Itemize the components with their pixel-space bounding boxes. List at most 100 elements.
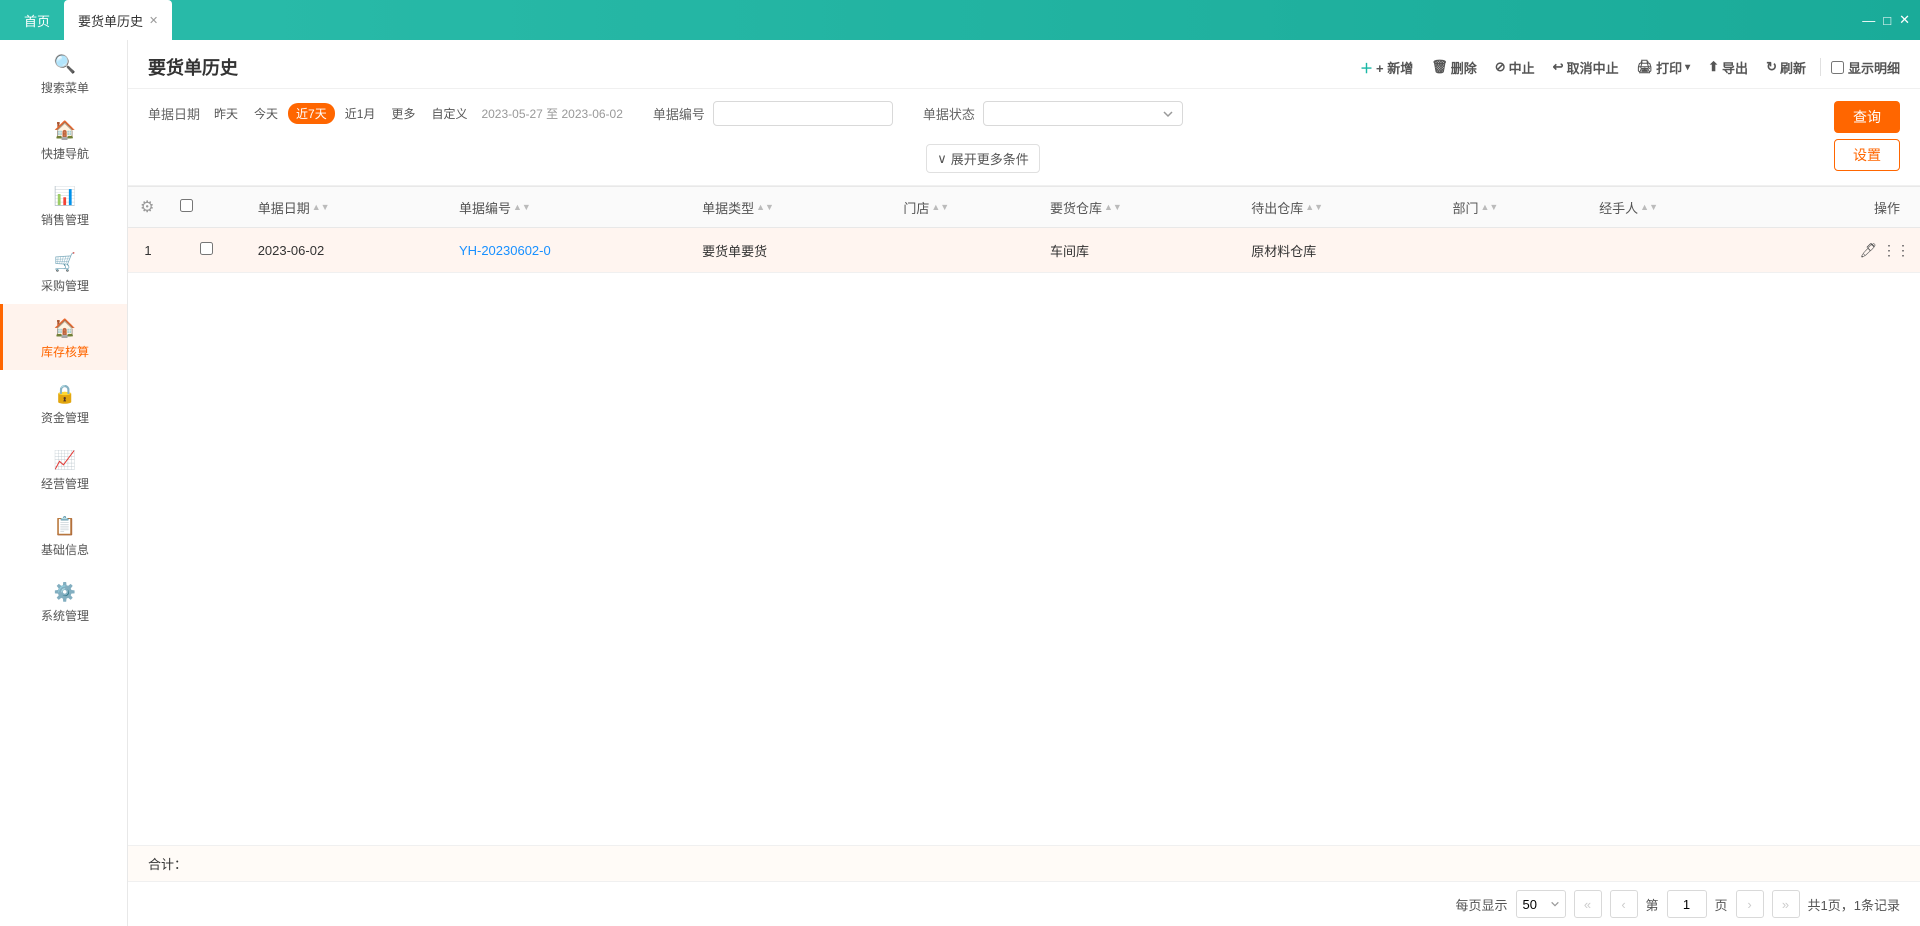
top-bar-right: — □ ✕ (1862, 12, 1910, 28)
window-maximize-btn[interactable]: □ (1883, 13, 1891, 28)
pagination-first-btn[interactable]: « (1574, 890, 1602, 918)
sidebar-item-finance-mgmt-label: 资金管理 (41, 409, 89, 426)
page-title: 要货单历史 (148, 54, 238, 80)
th-checkbox (168, 187, 246, 228)
sidebar-item-system-mgmt[interactable]: ⚙️ 系统管理 (0, 568, 127, 634)
row-checkbox[interactable] (200, 242, 213, 255)
th-doc-date[interactable]: 单据日期 ▲▼ (246, 187, 447, 228)
date-btn-today[interactable]: 今天 (248, 103, 284, 124)
display-detail-toggle[interactable]: 显示明细 (1831, 58, 1900, 77)
sidebar-item-basic-info[interactable]: 📋 基础信息 (0, 502, 127, 568)
th-handler-label: 经手人 (1599, 198, 1638, 217)
th-doc-number-sort[interactable]: 单据编号 ▲▼ (459, 198, 531, 217)
sidebar-item-finance-mgmt[interactable]: 🔒 资金管理 (0, 370, 127, 436)
refresh-button[interactable]: ↻ 刷新 (1762, 56, 1810, 79)
settings-button[interactable]: 设置 (1834, 139, 1900, 171)
select-all-checkbox[interactable] (180, 199, 193, 212)
th-req-warehouse-label: 要货仓库 (1050, 198, 1102, 217)
pagination-next-btn[interactable]: › (1736, 890, 1764, 918)
sort-arrows-doc-type: ▲▼ (756, 203, 774, 212)
th-department[interactable]: 部门 ▲▼ (1441, 187, 1588, 228)
display-detail-label: 显示明细 (1848, 58, 1900, 77)
page-number-input[interactable] (1667, 890, 1707, 918)
toolbar: ＋ + 新增 🗑 删除 ⊘ 中止 ↩ 取消中止 🖨 打印 (1356, 56, 1900, 79)
expand-more-btn[interactable]: ∨ 展开更多条件 (926, 144, 1040, 173)
search-menu-icon: 🔍 (54, 54, 76, 75)
table-body: 1 2023-06-02 YH-20230602-0 要货单要货 车间库 原材料… (128, 228, 1920, 273)
th-department-label: 部门 (1453, 198, 1479, 217)
table-footer: 合计： (128, 845, 1920, 881)
footer-summary-label: 合计： (148, 854, 187, 873)
date-btn-more[interactable]: 更多 (385, 103, 421, 124)
new-label: + 新增 (1376, 58, 1413, 77)
stop-label: 中止 (1509, 58, 1535, 77)
sidebar-item-quick-nav[interactable]: 🏠 快捷导航 (0, 106, 127, 172)
tab-requisition-history-close[interactable]: ✕ (149, 14, 158, 27)
filter-date-group: 单据日期 昨天 今天 近7天 近1月 更多 自定义 2023-05-27 至 2… (148, 103, 623, 124)
tab-home[interactable]: 首页 (10, 0, 64, 40)
inventory-icon: 🏠 (54, 318, 76, 339)
filter-doc-number-input[interactable] (713, 101, 893, 126)
date-btn-custom[interactable]: 自定义 (425, 103, 473, 124)
page-label: 第 (1646, 895, 1659, 914)
doc-number-link[interactable]: YH-20230602-0 (459, 243, 551, 258)
expand-more-icon: ∨ (937, 151, 947, 167)
th-req-warehouse-sort[interactable]: 要货仓库 ▲▼ (1050, 198, 1122, 217)
export-icon: ⬆ (1708, 59, 1719, 75)
sidebar-item-sales-mgmt[interactable]: 📊 销售管理 (0, 172, 127, 238)
th-handler[interactable]: 经手人 ▲▼ (1587, 187, 1761, 228)
th-req-warehouse[interactable]: 要货仓库 ▲▼ (1038, 187, 1239, 228)
date-btn-yesterday[interactable]: 昨天 (208, 103, 244, 124)
cell-row-num: 1 (128, 228, 168, 273)
display-detail-checkbox[interactable] (1831, 61, 1844, 74)
stop-button[interactable]: ⊘ 中止 (1491, 56, 1539, 79)
cell-actions: 🖊 ⋮⋮ (1761, 228, 1920, 273)
sales-mgmt-icon: 📊 (54, 186, 76, 207)
th-store-sort[interactable]: 门店 ▲▼ (903, 198, 949, 217)
export-button[interactable]: ⬆ 导出 (1704, 56, 1752, 79)
filter-doc-status-label: 单据状态 (923, 104, 975, 123)
sidebar: 🔍 搜索菜单 🏠 快捷导航 📊 销售管理 🛒 采购管理 🏠 库存核算 🔒 资金管… (0, 40, 128, 926)
window-minimize-btn[interactable]: — (1862, 13, 1875, 28)
new-button[interactable]: ＋ + 新增 (1356, 56, 1417, 79)
th-handler-sort[interactable]: 经手人 ▲▼ (1599, 198, 1658, 217)
date-btn-last7days[interactable]: 近7天 (288, 103, 335, 124)
filter-doc-status-select[interactable] (983, 101, 1183, 126)
th-doc-type[interactable]: 单据类型 ▲▼ (690, 187, 891, 228)
sidebar-item-inventory[interactable]: 🏠 库存核算 (0, 304, 127, 370)
date-range-text: 2023-05-27 至 2023-06-02 (481, 105, 622, 122)
cancel-stop-button[interactable]: ↩ 取消中止 (1549, 56, 1623, 79)
delete-button[interactable]: 🗑 删除 (1427, 56, 1481, 79)
th-department-sort[interactable]: 部门 ▲▼ (1453, 198, 1499, 217)
th-pending-warehouse-sort[interactable]: 待出仓库 ▲▼ (1251, 198, 1323, 217)
th-doc-number[interactable]: 单据编号 ▲▼ (447, 187, 690, 228)
th-pending-warehouse[interactable]: 待出仓库 ▲▼ (1239, 187, 1440, 228)
query-button[interactable]: 查询 (1834, 101, 1900, 133)
row-action-more-btn[interactable]: ⋮⋮ (1884, 238, 1908, 262)
window-close-btn[interactable]: ✕ (1899, 12, 1910, 28)
th-store[interactable]: 门店 ▲▼ (891, 187, 1038, 228)
sort-arrows-pending-warehouse: ▲▼ (1305, 203, 1323, 212)
th-store-label: 门店 (903, 198, 929, 217)
export-label: 导出 (1722, 58, 1748, 77)
sidebar-item-search-menu-label: 搜索菜单 (41, 79, 89, 96)
pagination-prev-btn[interactable]: ‹ (1610, 890, 1638, 918)
sidebar-item-inventory-label: 库存核算 (41, 343, 89, 360)
filter-doc-status-group: 单据状态 (923, 101, 1183, 126)
expand-more-label: 展开更多条件 (951, 149, 1029, 168)
sidebar-item-search-menu[interactable]: 🔍 搜索菜单 (0, 40, 127, 106)
filter-doc-number-group: 单据编号 (653, 101, 893, 126)
date-btn-last-month[interactable]: 近1月 (339, 103, 382, 124)
print-button[interactable]: 🖨 打印 ▾ (1633, 56, 1695, 79)
tab-requisition-history[interactable]: 要货单历史 ✕ (64, 0, 172, 40)
per-page-select[interactable]: 50 20 100 200 (1516, 890, 1566, 918)
pagination-last-btn[interactable]: » (1772, 890, 1800, 918)
sidebar-item-purchase-mgmt[interactable]: 🛒 采购管理 (0, 238, 127, 304)
table-settings-icon[interactable]: ⚙ (140, 199, 154, 216)
sidebar-item-operations-mgmt[interactable]: 📈 经营管理 (0, 436, 127, 502)
th-doc-type-sort[interactable]: 单据类型 ▲▼ (702, 198, 774, 217)
finance-mgmt-icon: 🔒 (54, 384, 76, 405)
cancel-stop-label: 取消中止 (1567, 58, 1619, 77)
th-doc-date-sort[interactable]: 单据日期 ▲▼ (258, 198, 330, 217)
row-action-edit-btn[interactable]: 🖊 (1856, 238, 1880, 262)
